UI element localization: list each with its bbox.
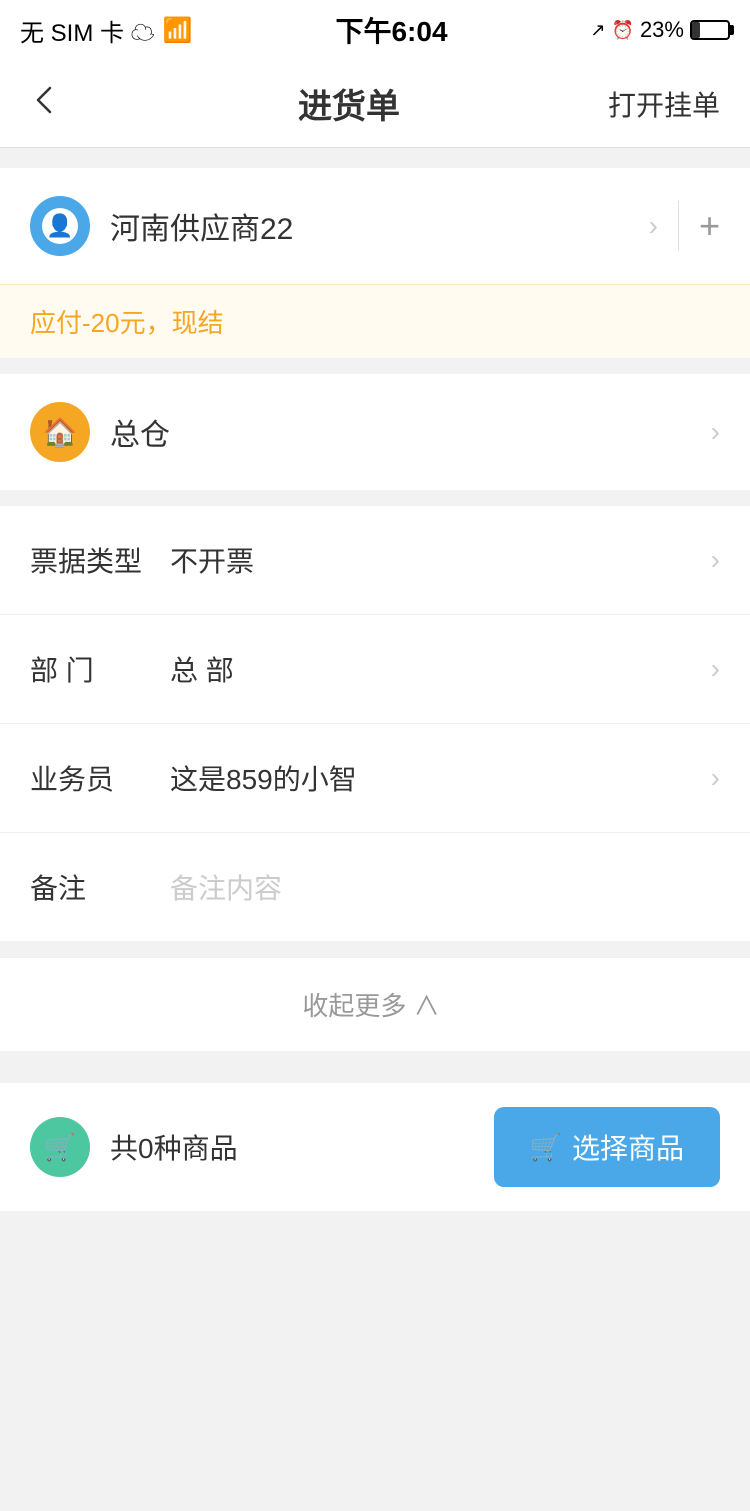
select-goods-label: 选择商品 xyxy=(572,1127,684,1167)
warehouse-icon-wrap: 🏠 xyxy=(30,402,90,462)
goods-icon: 🛒 xyxy=(44,1132,76,1163)
sim-label: 无 SIM 卡 ☁ xyxy=(20,13,155,48)
notice-bar: 应付-20元，现结 xyxy=(0,284,750,358)
remark-placeholder: 备注内容 xyxy=(170,867,720,907)
supplier-section: 👤 河南供应商22 › + 应付-20元，现结 xyxy=(0,168,750,358)
salesperson-value: 这是859的小智 xyxy=(170,758,701,798)
top-spacer xyxy=(0,148,750,168)
remark-label: 备注 xyxy=(30,867,170,907)
status-bar: 无 SIM 卡 ☁ 📶 下午6:04 ↗ ⏰ 23% xyxy=(0,0,750,60)
collapse-row[interactable]: 收起更多 ∧ xyxy=(0,957,750,1051)
invoice-type-label: 票据类型 xyxy=(30,540,170,580)
supplier-chevron-icon: › xyxy=(649,210,658,242)
department-row[interactable]: 部 门 总 部 › xyxy=(0,615,750,724)
status-left: 无 SIM 卡 ☁ 📶 xyxy=(20,13,193,48)
supplier-row[interactable]: 👤 河南供应商22 › + xyxy=(0,168,750,284)
open-pending-button[interactable]: 打开挂单 xyxy=(608,84,720,124)
form-section: 票据类型 不开票 › 部 门 总 部 › 业务员 这是859的小智 › 备注 备… xyxy=(0,506,750,941)
location-icon: ↗ xyxy=(590,20,605,41)
back-button[interactable] xyxy=(30,78,90,130)
bottom-bar: 🛒 共0种商品 🛒 选择商品 xyxy=(0,1083,750,1211)
warehouse-chevron-icon: › xyxy=(711,416,720,448)
section-gap-1 xyxy=(0,358,750,374)
status-time: 下午6:04 xyxy=(335,10,447,50)
person-icon: 👤 xyxy=(46,213,73,239)
alarm-icon: ⏰ xyxy=(612,20,634,41)
department-value: 总 部 xyxy=(170,649,701,689)
invoice-chevron-icon: › xyxy=(711,544,720,576)
battery-label: 23% xyxy=(640,17,684,43)
salesperson-row[interactable]: 业务员 这是859的小智 › xyxy=(0,724,750,833)
select-goods-button[interactable]: 🛒 选择商品 xyxy=(494,1107,720,1187)
warehouse-section: 🏠 总仓 › xyxy=(0,374,750,490)
goods-icon-wrap: 🛒 xyxy=(30,1117,90,1177)
page-title: 进货单 xyxy=(298,79,400,128)
page-background xyxy=(0,1211,750,1511)
wifi-icon: 📶 xyxy=(163,16,193,45)
goods-count: 共0种商品 xyxy=(110,1127,494,1167)
vertical-divider xyxy=(678,201,679,251)
avatar-inner: 👤 xyxy=(42,208,78,244)
battery-icon xyxy=(690,20,730,40)
status-right: ↗ ⏰ 23% xyxy=(590,17,730,43)
invoice-type-row[interactable]: 票据类型 不开票 › xyxy=(0,506,750,615)
nav-bar: 进货单 打开挂单 xyxy=(0,60,750,148)
remark-row[interactable]: 备注 备注内容 xyxy=(0,833,750,941)
salesperson-chevron-icon: › xyxy=(711,762,720,794)
warehouse-icon: 🏠 xyxy=(43,416,78,449)
supplier-avatar: 👤 xyxy=(30,196,90,256)
collapse-label: 收起更多 ∧ xyxy=(302,986,439,1023)
section-gap-2 xyxy=(0,1051,750,1067)
salesperson-label: 业务员 xyxy=(30,758,170,798)
add-supplier-button[interactable]: + xyxy=(699,205,720,247)
select-goods-icon: 🛒 xyxy=(530,1132,562,1163)
invoice-type-value: 不开票 xyxy=(170,540,701,580)
warehouse-row[interactable]: 🏠 总仓 › xyxy=(0,374,750,490)
notice-text: 应付-20元，现结 xyxy=(30,308,224,338)
department-chevron-icon: › xyxy=(711,653,720,685)
warehouse-label: 总仓 xyxy=(110,410,711,454)
department-label: 部 门 xyxy=(30,649,170,689)
supplier-name: 河南供应商22 xyxy=(110,204,649,248)
